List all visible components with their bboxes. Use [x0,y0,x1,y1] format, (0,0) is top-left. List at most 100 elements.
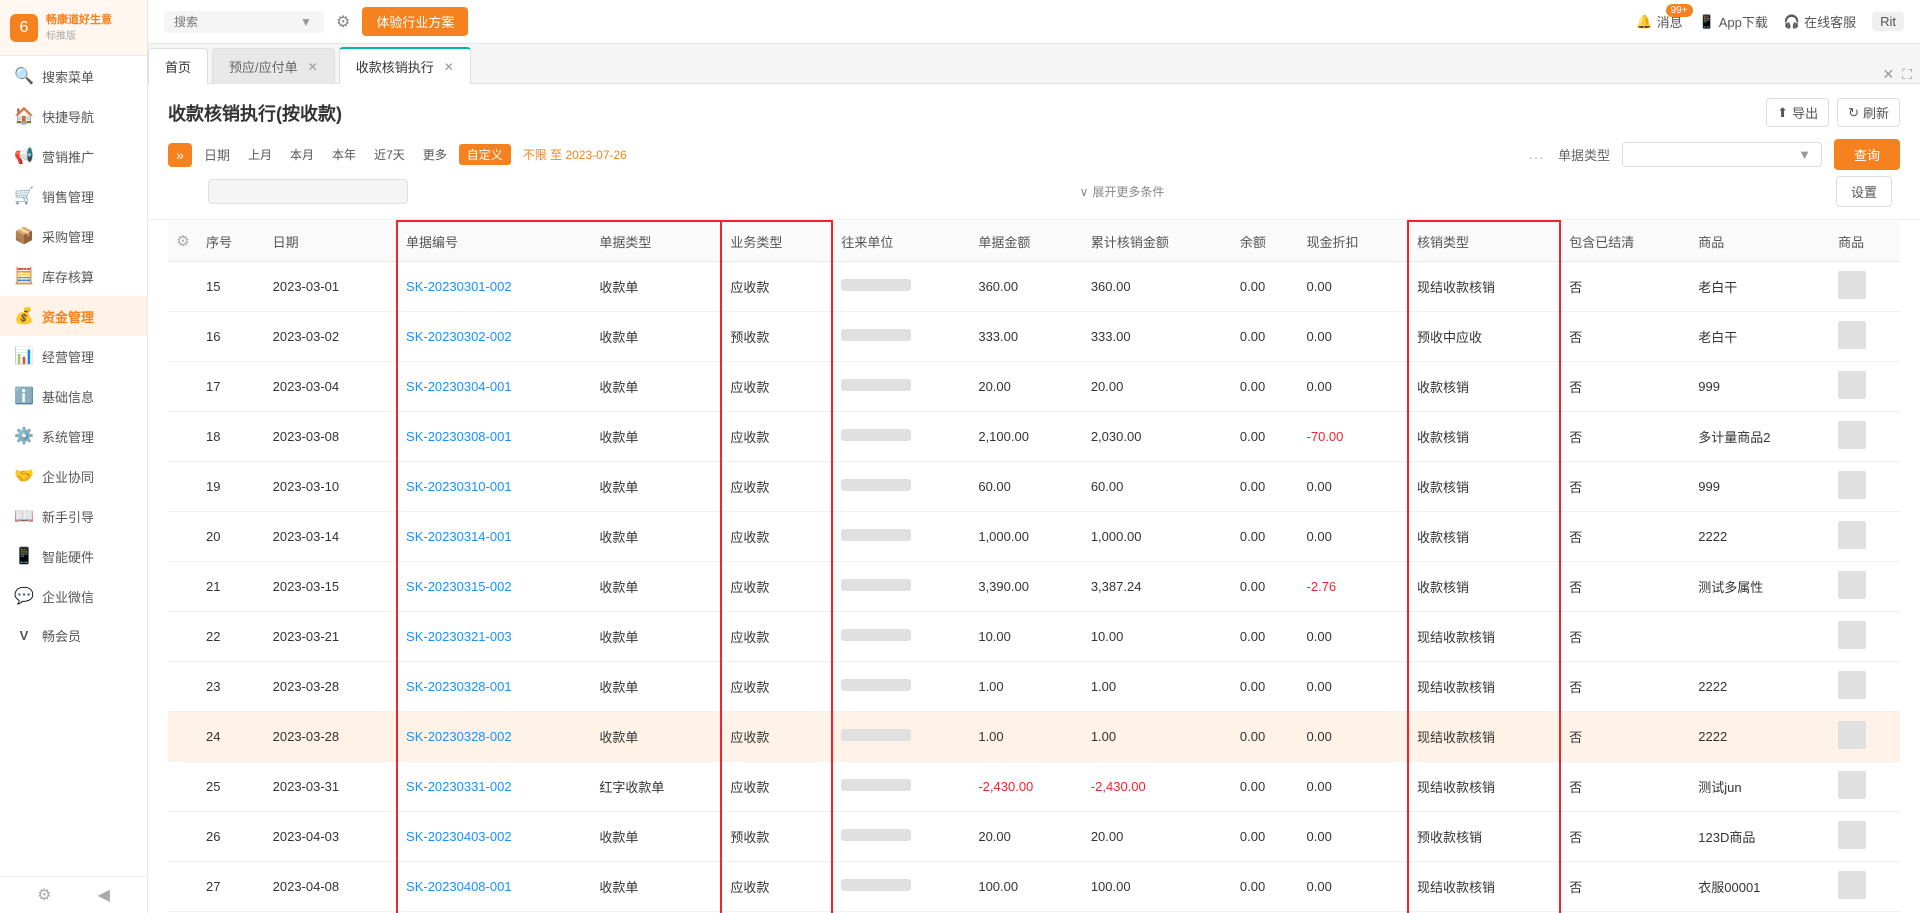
date-custom[interactable]: 自定义 [459,144,511,165]
export-icon: ⬆ [1777,105,1788,121]
expand-label: 展开更多条件 [1092,183,1164,200]
filter-expand-btn[interactable]: ∨ 展开更多条件 [1080,183,1165,200]
table-row[interactable]: 16 2023-03-02 SK-20230302-002 收款单 预收款 33… [168,312,1900,362]
tab-payable-close[interactable]: ✕ [308,60,318,74]
select-arrow-icon: ▼ [1798,147,1811,162]
export-button[interactable]: ⬆ 导出 [1766,98,1829,127]
date-this-month[interactable]: 本月 [284,144,320,165]
tab-collection-close[interactable]: ✕ [444,60,454,74]
query-button[interactable]: 查询 [1834,139,1900,170]
sidebar-item-member[interactable]: V 畅会员 [0,616,147,655]
date-this-year[interactable]: 本年 [326,144,362,165]
service-label: 在线客服 [1804,12,1856,31]
main-content: ▼ ⚙ 体验行业方案 🔔 消息 99+ 📱 App下载 🎧 在线客服 Rit [148,0,1920,913]
topbar-search-input[interactable] [174,15,294,29]
table-row[interactable]: 23 2023-03-28 SK-20230328-001 收款单 应收款 1.… [168,662,1900,712]
export-label: 导出 [1792,103,1818,122]
settings-bottom-icon[interactable]: ⚙ [37,885,51,905]
sidebar-item-marketing[interactable]: 📢 营销推广 [0,136,147,176]
settings-button[interactable]: 设置 [1836,176,1892,207]
headset-icon: 🎧 [1784,14,1800,30]
table-row[interactable]: 24 2023-03-28 SK-20230328-002 收款单 应收款 1.… [168,712,1900,762]
table-row[interactable]: 20 2023-03-14 SK-20230314-001 收款单 应收款 1,… [168,512,1900,562]
topbar: ▼ ⚙ 体验行业方案 🔔 消息 99+ 📱 App下载 🎧 在线客服 Rit [148,0,1920,44]
table-row[interactable]: 18 2023-03-08 SK-20230308-001 收款单 应收款 2,… [168,412,1900,462]
date-last-month[interactable]: 上月 [242,144,278,165]
sidebar-item-purchase[interactable]: 📦 采购管理 [0,216,147,256]
logo-badge: 标推版 [46,27,112,42]
th-amount: 单据金额 [970,221,1082,262]
message-badge: 99+ [1666,4,1693,17]
th-write-off-type: 核销类型 [1408,221,1560,262]
table-row[interactable]: 21 2023-03-15 SK-20230315-002 收款单 应收款 3,… [168,562,1900,612]
column-settings-icon[interactable]: ⚙ [176,233,189,250]
tab-collection-label: 收款核销执行 [356,57,434,76]
table-row[interactable]: 22 2023-03-21 SK-20230321-003 收款单 应收款 10… [168,612,1900,662]
page-title: 收款核销执行(按收款) [168,100,342,126]
sidebar-item-label: 基础信息 [42,387,94,406]
refresh-button[interactable]: ↻ 刷新 [1837,98,1900,127]
table-row[interactable]: 26 2023-04-03 SK-20230403-002 收款单 预收款 20… [168,812,1900,862]
tab-close-all-icon[interactable]: ✕ [1882,66,1894,83]
sidebar-item-inventory[interactable]: 🧮 库存核算 [0,256,147,296]
topbar-user[interactable]: Rit [1872,12,1904,31]
enterprise-icon: 🤝 [14,466,34,486]
topbar-online-service[interactable]: 🎧 在线客服 [1784,12,1856,31]
topbar-app-download[interactable]: 📱 App下载 [1699,12,1768,31]
topbar-dropdown-icon[interactable]: ▼ [300,15,312,29]
collapse-icon[interactable]: ◀ [98,885,110,905]
sidebar-item-operations[interactable]: 📊 经营管理 [0,336,147,376]
table-row[interactable]: 27 2023-04-08 SK-20230408-001 收款单 应收款 10… [168,862,1900,912]
sidebar-item-label: 搜索菜单 [42,67,94,86]
sidebar-item-hardware[interactable]: 📱 智能硬件 [0,536,147,576]
table-row[interactable]: 17 2023-03-04 SK-20230304-001 收款单 应收款 20… [168,362,1900,412]
tab-maximize-icon[interactable]: ⛶ [1902,66,1912,83]
doc-type-select[interactable]: ▼ [1622,142,1822,167]
th-partner: 往来单位 [832,221,970,262]
tab-payable-label: 预应/应付单 [229,57,298,76]
page-content: 收款核销执行(按收款) ⬆ 导出 ↻ 刷新 » 日期 上月 [148,84,1920,913]
sidebar-item-system[interactable]: ⚙️ 系统管理 [0,416,147,456]
th-doc-type: 单据类型 [591,221,721,262]
purchase-icon: 📦 [14,226,34,246]
date-range: 不限 至 2023-07-26 [523,146,627,163]
refresh-icon: ↻ [1848,105,1859,121]
refresh-label: 刷新 [1863,103,1889,122]
th-settings[interactable]: ⚙ [168,221,198,262]
logo-icon: 6 [10,14,38,42]
doc-type-label: 单据类型 [1558,145,1610,164]
sidebar-item-finance[interactable]: 💰 资金管理 [0,296,147,336]
sidebar-item-label: 销售管理 [42,187,94,206]
sidebar-item-quick[interactable]: 🏠 快捷导航 [0,96,147,136]
app-label: App下载 [1719,12,1768,31]
date-7days[interactable]: 近7天 [368,144,411,165]
sidebar-item-wechat[interactable]: 💬 企业微信 [0,576,147,616]
partner-input[interactable] [208,179,408,204]
sidebar-item-guide[interactable]: 📖 新手引导 [0,496,147,536]
topbar-search-area[interactable]: ▼ [164,11,324,33]
tab-home[interactable]: 首页 [148,48,208,84]
sidebar-item-enterprise[interactable]: 🤝 企业协同 [0,456,147,496]
data-table: ⚙ 序号 日期 单据编号 单据类型 业务类型 往来单位 单据金额 累计核销金额 … [168,220,1900,913]
partner-field [208,184,408,199]
sidebar-item-sales[interactable]: 🛒 销售管理 [0,176,147,216]
page-header: 收款核销执行(按收款) ⬆ 导出 ↻ 刷新 [148,84,1920,127]
solution-button[interactable]: 体验行业方案 [362,7,468,36]
operations-icon: 📊 [14,346,34,366]
filter-toggle[interactable]: » [168,143,192,167]
topbar-settings-icon[interactable]: ⚙ [336,12,350,32]
sidebar-item-search[interactable]: 🔍 搜索菜单 [0,56,147,96]
table-wrapper: ⚙ 序号 日期 单据编号 单据类型 业务类型 往来单位 单据金额 累计核销金额 … [148,220,1920,913]
table-row[interactable]: 19 2023-03-10 SK-20230310-001 收款单 应收款 60… [168,462,1900,512]
sidebar-item-basic[interactable]: ℹ️ 基础信息 [0,376,147,416]
sidebar-item-label: 系统管理 [42,427,94,446]
phone-icon: 📱 [1699,14,1715,30]
date-more[interactable]: 更多 [417,144,453,165]
topbar-messages[interactable]: 🔔 消息 99+ [1636,12,1682,31]
tab-collection[interactable]: 收款核销执行 ✕ [339,47,471,84]
table-row[interactable]: 25 2023-03-31 SK-20230331-002 红字收款单 应收款 … [168,762,1900,812]
table-row[interactable]: 15 2023-03-01 SK-20230301-002 收款单 应收款 36… [168,262,1900,312]
th-cum-amount: 累计核销金额 [1083,221,1232,262]
tab-payable[interactable]: 预应/应付单 ✕ [212,48,335,84]
date-label: 日期 [204,145,230,164]
